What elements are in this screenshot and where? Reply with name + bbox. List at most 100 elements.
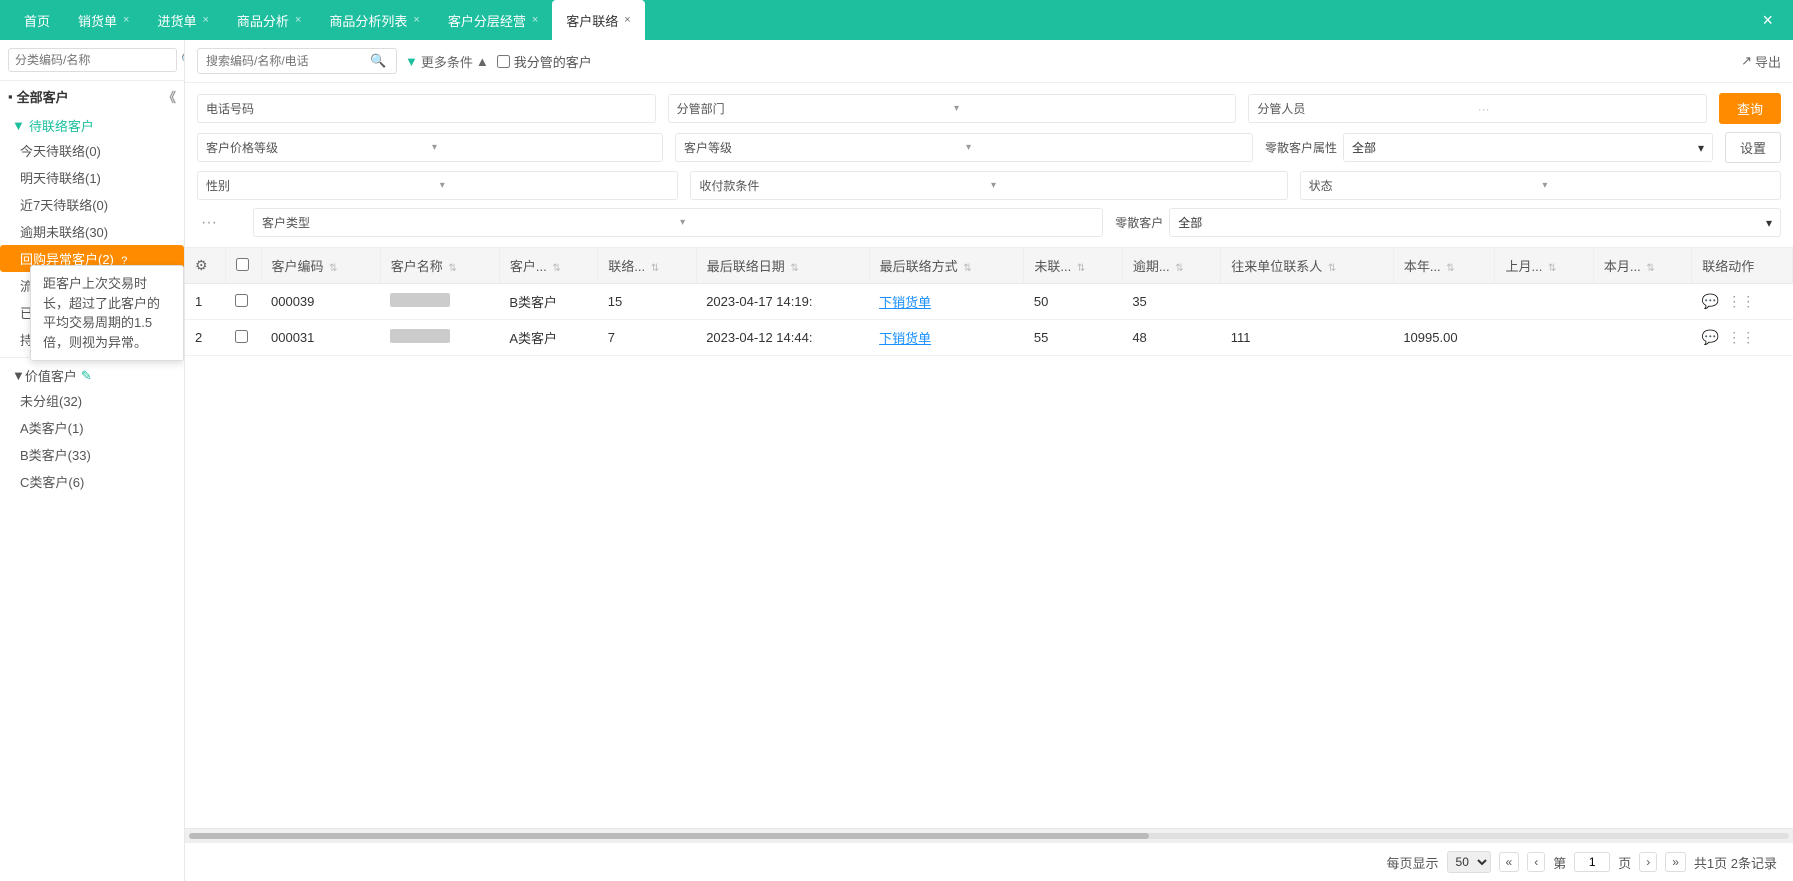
sidebar-item-tomorrow-pending[interactable]: 明天待联络(1) [0,164,184,191]
row-checkbox[interactable] [235,330,248,343]
row-checkbox[interactable] [235,294,248,307]
dept-field[interactable]: 分管部门 ▾ [668,94,1237,123]
sidebar-item-overdue-pending[interactable]: 逾期未联络(30) [0,218,184,245]
sort-contact-icon[interactable]: ⇅ [651,263,659,274]
sidebar-item-today-pending[interactable]: 今天待联络(0) [0,137,184,164]
close-analysis-icon[interactable]: × [295,14,301,26]
main-layout: 🔍 ▪ 全部客户 《 ▼ 待联络客户 今天待联络(0) 明天待联络(1) 近7天… [0,40,1793,881]
sidebar-group-value[interactable]: ▼ 价值客户 ✎ [0,362,184,387]
close-purchase-icon[interactable]: × [202,14,208,26]
cell-last-method: 下销货单 [869,284,1024,320]
page-number-input[interactable] [1574,852,1610,872]
per-page-select[interactable]: 50 [1447,851,1491,873]
last-method-link[interactable]: 下销货单 [879,331,931,346]
horizontal-scrollbar[interactable] [185,828,1793,842]
nav-item-sales[interactable]: 销货单 × [64,0,143,40]
sort-method-icon[interactable]: ⇅ [963,263,971,274]
sidebar-item-7days-pending[interactable]: 近7天待联络(0) [0,191,184,218]
retail-attr-field[interactable]: 全部 ▾ [1343,133,1713,162]
window-close-button[interactable]: × [1752,10,1783,31]
sidebar-group-pending[interactable]: ▼ 待联络客户 [0,112,184,137]
nav-item-purchase[interactable]: 进货单 × [143,0,222,40]
sort-last-month-icon[interactable]: ⇅ [1548,263,1556,274]
status-chevron-icon: ▾ [1542,180,1772,191]
next-page-button[interactable]: › [1639,852,1657,872]
cell-overdue: 35 [1122,284,1220,320]
filter-search-icon[interactable]: 🔍 [370,53,386,69]
filter-row-4: ··· 客户类型 ▾ 零散客户 全部 ▾ [197,208,1781,237]
value-edit-icon[interactable]: ✎ [81,368,92,384]
sort-type-icon[interactable]: ⇅ [552,263,560,274]
last-page-button[interactable]: » [1665,852,1686,872]
sidebar-search-input[interactable] [8,48,177,72]
filter-icon: ▼ [405,54,418,69]
last-method-link[interactable]: 下销货单 [879,295,931,310]
select-all-checkbox[interactable] [236,258,249,271]
sidebar-item-class-a[interactable]: A类客户(1) [0,414,184,441]
cell-checkbox[interactable] [225,284,261,320]
sort-code-icon[interactable]: ⇅ [329,263,337,274]
table-header-row: ⚙ 客户编码 ⇅ 客户名称 ⇅ [185,248,1793,284]
cell-type: B类客户 [499,284,597,320]
nav-item-customer-contact[interactable]: 客户联络 × [552,0,644,40]
payment-field[interactable]: 收付款条件 ▾ [690,171,1287,200]
my-customers-checkbox[interactable] [497,55,510,68]
cell-company-contact [1221,284,1394,320]
first-page-button[interactable]: « [1499,852,1520,872]
cell-no-contact: 55 [1024,320,1122,356]
sidebar-item-class-c[interactable]: C类客户(6) [0,468,184,495]
gender-field[interactable]: 性别 ▾ [197,171,678,200]
cell-index: 1 [185,284,225,320]
sort-name-icon[interactable]: ⇅ [448,263,456,274]
more-options-dots[interactable]: ··· [197,214,221,232]
sidebar: 🔍 ▪ 全部客户 《 ▼ 待联络客户 今天待联络(0) 明天待联络(1) 近7天… [0,40,185,881]
th-settings: ⚙ [185,248,225,284]
close-customer-layered-icon[interactable]: × [532,14,538,26]
sort-this-month-icon[interactable]: ⇅ [1646,263,1654,274]
nav-item-analysis[interactable]: 商品分析 × [223,0,315,40]
customer-name-blurred [390,293,450,307]
scroll-thumb[interactable] [189,833,1149,839]
data-table-container: ⚙ 客户编码 ⇅ 客户名称 ⇅ [185,248,1793,828]
sort-overdue-icon[interactable]: ⇅ [1175,263,1183,274]
price-level-field[interactable]: 客户价格等级 ▾ [197,133,663,162]
customer-type-field[interactable]: 客户类型 ▾ [253,208,1103,237]
close-customer-contact-icon[interactable]: × [624,14,630,26]
cell-no-contact: 50 [1024,284,1122,320]
nav-item-customer-layered[interactable]: 客户分层经营 × [434,0,552,40]
manager-dots-icon[interactable]: ··· [1478,102,1698,116]
dept-chevron-icon: ▾ [954,103,1227,114]
message-icon[interactable]: 💬 [1702,293,1719,310]
manager-field[interactable]: 分管人员 ··· [1248,94,1707,123]
setting-button[interactable]: 设置 [1725,132,1781,163]
sort-date-icon[interactable]: ⇅ [790,263,798,274]
th-no-contact: 未联... ⇅ [1024,248,1122,284]
filter-more-conditions[interactable]: ▼ 更多条件 ▲ [405,52,489,71]
sort-year-icon[interactable]: ⇅ [1446,263,1454,274]
cell-last-date: 2023-04-12 14:44: [696,320,869,356]
sidebar-item-class-b[interactable]: B类客户(33) [0,441,184,468]
more-action-icon[interactable]: ⋮⋮ [1727,329,1755,346]
sidebar-all-customers[interactable]: ▪ 全部客户 《 [0,81,184,112]
message-icon[interactable]: 💬 [1702,329,1719,346]
sidebar-item-ungroups[interactable]: 未分组(32) [0,387,184,414]
nav-item-analysis-list[interactable]: 商品分析列表 × [315,0,433,40]
export-button[interactable]: ↗ 导出 [1741,52,1781,71]
nav-item-home[interactable]: 首页 [10,0,64,40]
phone-field[interactable]: 电话号码 [197,94,656,123]
cell-checkbox[interactable] [225,320,261,356]
sort-company-icon[interactable]: ⇅ [1328,263,1336,274]
close-analysis-list-icon[interactable]: × [413,14,419,26]
close-sales-icon[interactable]: × [123,14,129,26]
table-settings-gear-icon[interactable]: ⚙ [195,257,208,273]
more-action-icon[interactable]: ⋮⋮ [1727,293,1755,310]
status-field[interactable]: 状态 ▾ [1300,171,1781,200]
filter-search-input[interactable] [206,54,366,68]
customer-level-field[interactable]: 客户等级 ▾ [675,133,1253,162]
sidebar-collapse-btn[interactable]: 《 [163,87,176,106]
sidebar-search-icon[interactable]: 🔍 [181,52,185,68]
query-button[interactable]: 查询 [1719,93,1781,124]
retail-customer-field[interactable]: 全部 ▾ [1169,208,1781,237]
sort-no-contact-icon[interactable]: ⇅ [1077,263,1085,274]
prev-page-button[interactable]: ‹ [1527,852,1545,872]
